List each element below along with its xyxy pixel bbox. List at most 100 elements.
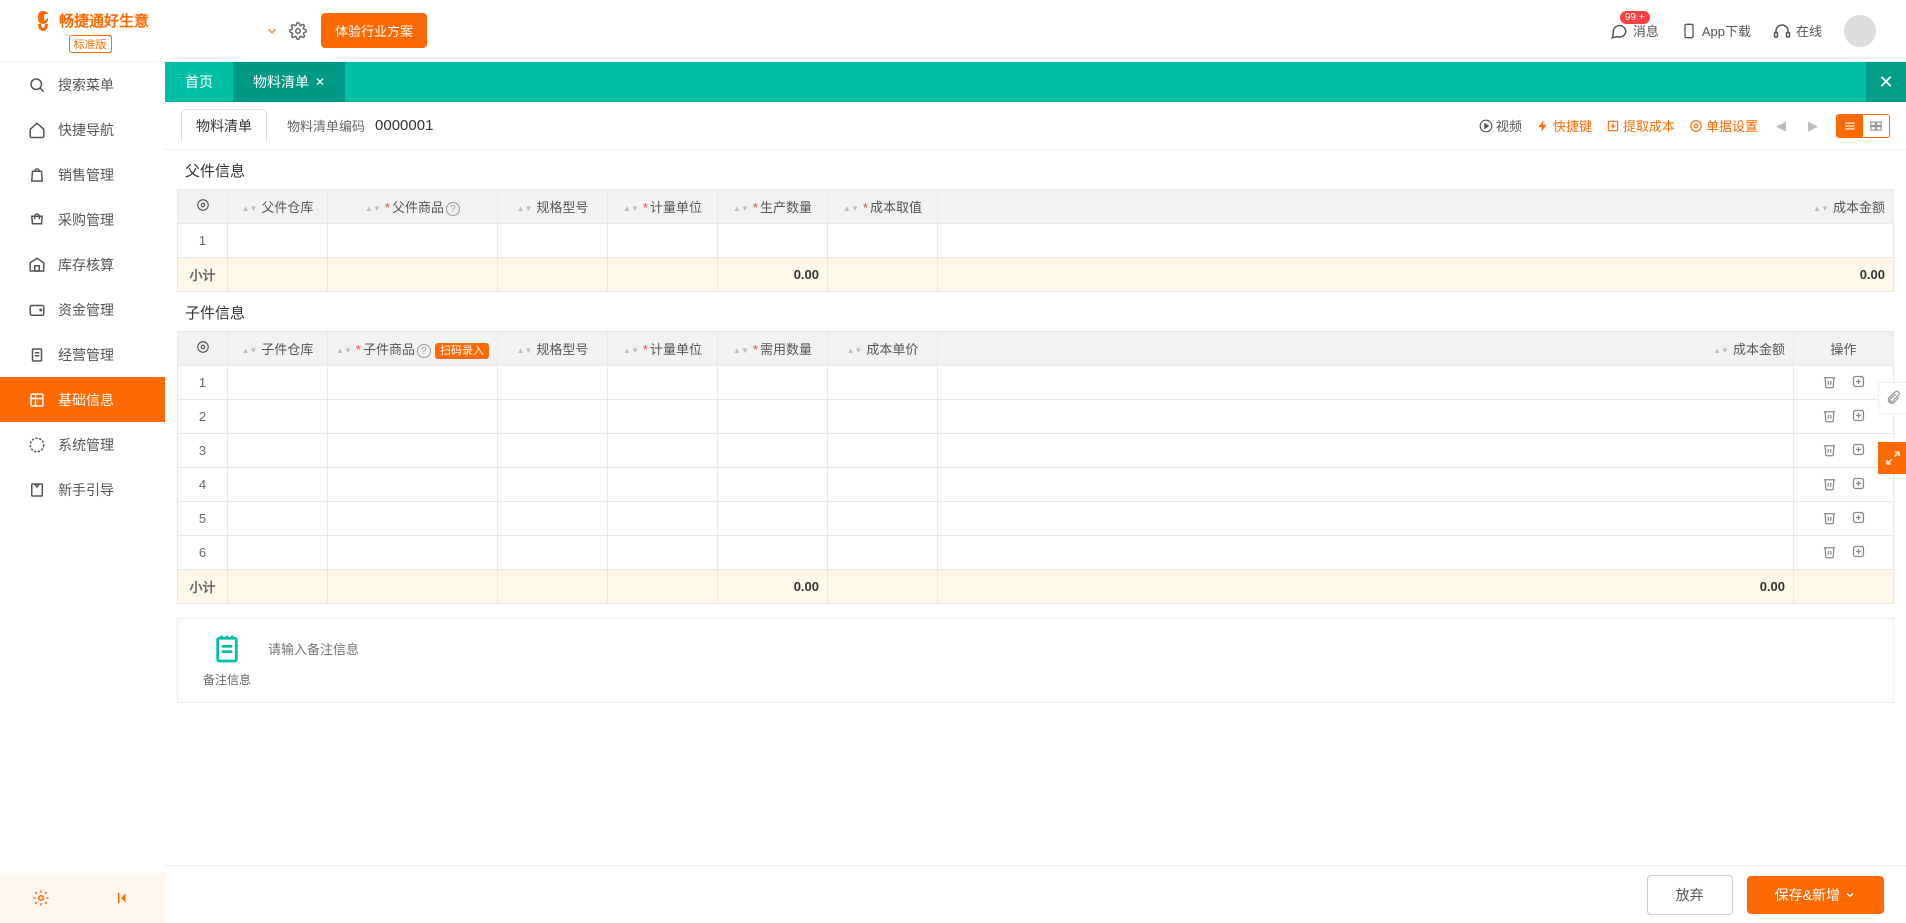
add-icon[interactable] bbox=[1851, 442, 1866, 457]
extract-cost-button[interactable]: 提取成本 bbox=[1606, 116, 1675, 135]
next-arrow-icon[interactable]: ▶ bbox=[1804, 118, 1822, 134]
app-download-button[interactable]: App下载 bbox=[1681, 21, 1751, 40]
collapse-icon[interactable] bbox=[115, 889, 133, 907]
col-child-spec[interactable]: ▲▼规格型号 bbox=[498, 332, 608, 366]
cta-button[interactable]: 体验行业方案 bbox=[321, 13, 427, 48]
add-icon[interactable] bbox=[1851, 476, 1866, 491]
tenant-name bbox=[210, 20, 255, 41]
tab-bom[interactable]: 物料清单✕ bbox=[233, 62, 345, 102]
tabs-close-all[interactable]: ✕ bbox=[1866, 62, 1906, 102]
col-gear[interactable] bbox=[178, 190, 228, 224]
sidebar-item-purchase[interactable]: 采购管理 bbox=[0, 197, 165, 242]
settings-gear-icon[interactable] bbox=[32, 889, 50, 907]
delete-icon[interactable] bbox=[1822, 442, 1837, 457]
sys-icon bbox=[28, 436, 46, 454]
add-icon[interactable] bbox=[1851, 544, 1866, 559]
parent-row-1[interactable]: 1 bbox=[178, 224, 1894, 258]
scan-input-button[interactable]: 扫码录入 bbox=[435, 343, 489, 359]
sidebar-item-sales[interactable]: 销售管理 bbox=[0, 152, 165, 197]
online-support-button[interactable]: 在线 bbox=[1773, 21, 1822, 40]
notes-icon bbox=[211, 633, 243, 665]
gear-icon[interactable] bbox=[289, 22, 307, 40]
cart-icon bbox=[28, 211, 46, 229]
stock-icon bbox=[28, 256, 46, 274]
col-child-product[interactable]: ▲▼*子件商品?扫码录入 bbox=[328, 332, 498, 366]
prev-arrow-icon[interactable]: ◀ bbox=[1772, 118, 1790, 134]
sidebar-item-guide[interactable]: 新手引导 bbox=[0, 467, 165, 512]
subtab-bom[interactable]: 物料清单 bbox=[181, 109, 267, 142]
delete-icon[interactable] bbox=[1822, 476, 1837, 491]
video-button[interactable]: 视频 bbox=[1479, 116, 1522, 135]
col-child-cost-amt[interactable]: ▲▼成本金额 bbox=[938, 332, 1794, 366]
col-parent-product[interactable]: ▲▼*父件商品? bbox=[328, 190, 498, 224]
delete-icon[interactable] bbox=[1822, 544, 1837, 559]
child-row[interactable]: 4 bbox=[178, 468, 1894, 502]
parent-table: ▲▼父件仓库 ▲▼*父件商品? ▲▼规格型号 ▲▼*计量单位 ▲▼*生产数量 ▲… bbox=[177, 189, 1894, 292]
col-parent-cost-fetch[interactable]: ▲▼*成本取值 bbox=[828, 190, 938, 224]
bag-icon bbox=[28, 166, 46, 184]
sidebar-item-finance[interactable]: 资金管理 bbox=[0, 287, 165, 332]
view-card-button[interactable] bbox=[1863, 115, 1889, 137]
col-child-unit-cost[interactable]: ▲▼成本单价 bbox=[828, 332, 938, 366]
notes-input[interactable] bbox=[262, 633, 1879, 688]
add-icon[interactable] bbox=[1851, 510, 1866, 525]
col-gear[interactable] bbox=[178, 332, 228, 366]
col-parent-warehouse[interactable]: ▲▼父件仓库 bbox=[228, 190, 328, 224]
col-parent-unit[interactable]: ▲▼*计量单位 bbox=[608, 190, 718, 224]
child-row[interactable]: 6 bbox=[178, 536, 1894, 570]
delete-icon[interactable] bbox=[1822, 374, 1837, 389]
col-child-qty[interactable]: ▲▼*需用数量 bbox=[718, 332, 828, 366]
card-icon bbox=[1869, 119, 1883, 133]
bill-settings-button[interactable]: 单据设置 bbox=[1689, 116, 1758, 135]
attachment-handle[interactable] bbox=[1878, 382, 1906, 414]
grid-icon bbox=[28, 391, 46, 409]
discard-button[interactable]: 放弃 bbox=[1647, 875, 1733, 915]
search-icon bbox=[28, 76, 46, 94]
close-icon[interactable]: ✕ bbox=[315, 75, 325, 89]
clipboard-icon bbox=[28, 346, 46, 364]
lightning-icon bbox=[1536, 119, 1550, 133]
gear-icon bbox=[196, 340, 210, 354]
tenant-selector[interactable] bbox=[210, 20, 307, 41]
view-list-button[interactable] bbox=[1837, 115, 1863, 137]
expand-handle[interactable] bbox=[1878, 442, 1906, 474]
col-child-unit[interactable]: ▲▼*计量单位 bbox=[608, 332, 718, 366]
col-child-warehouse[interactable]: ▲▼子件仓库 bbox=[228, 332, 328, 366]
avatar[interactable] bbox=[1844, 15, 1876, 47]
footer-bar: 放弃 保存&新增 bbox=[165, 865, 1906, 923]
list-icon bbox=[1843, 119, 1857, 133]
col-parent-qty[interactable]: ▲▼*生产数量 bbox=[718, 190, 828, 224]
add-icon[interactable] bbox=[1851, 374, 1866, 389]
child-row[interactable]: 5 bbox=[178, 502, 1894, 536]
child-row[interactable]: 1 bbox=[178, 366, 1894, 400]
help-icon[interactable]: ? bbox=[446, 202, 460, 216]
sidebar-item-business[interactable]: 经营管理 bbox=[0, 332, 165, 377]
child-row[interactable]: 3 bbox=[178, 434, 1894, 468]
col-parent-spec[interactable]: ▲▼规格型号 bbox=[498, 190, 608, 224]
content: 物料清单 物料清单编码 0000001 视频 快捷键 提取成本 单据设置 ◀ ▶ bbox=[165, 102, 1906, 923]
sidebar-item-inventory[interactable]: 库存核算 bbox=[0, 242, 165, 287]
col-parent-cost-amt[interactable]: ▲▼成本金额 bbox=[938, 190, 1894, 224]
subheader: 物料清单 物料清单编码 0000001 视频 快捷键 提取成本 单据设置 ◀ ▶ bbox=[165, 102, 1906, 150]
sidebar-item-system[interactable]: 系统管理 bbox=[0, 422, 165, 467]
tab-home[interactable]: 首页 bbox=[165, 62, 233, 102]
add-icon[interactable] bbox=[1851, 408, 1866, 423]
delete-icon[interactable] bbox=[1822, 510, 1837, 525]
parent-section-title: 父件信息 bbox=[165, 150, 1906, 189]
home-icon bbox=[28, 121, 46, 139]
shortcut-button[interactable]: 快捷键 bbox=[1536, 116, 1592, 135]
save-new-button[interactable]: 保存&新增 bbox=[1747, 876, 1884, 914]
sidebar-item-search[interactable]: 搜索菜单 bbox=[0, 62, 165, 107]
child-row[interactable]: 2 bbox=[178, 400, 1894, 434]
parent-header-row: ▲▼父件仓库 ▲▼*父件商品? ▲▼规格型号 ▲▼*计量单位 ▲▼*生产数量 ▲… bbox=[178, 190, 1894, 224]
gear-icon bbox=[196, 198, 210, 212]
expand-icon bbox=[1885, 450, 1901, 466]
sidebar-item-quicknav[interactable]: 快捷导航 bbox=[0, 107, 165, 152]
extract-icon bbox=[1606, 119, 1620, 133]
chevron-down-icon bbox=[1844, 889, 1856, 901]
help-icon[interactable]: ? bbox=[417, 344, 431, 358]
messages-button[interactable]: 99 + 消息 bbox=[1610, 21, 1659, 40]
delete-icon[interactable] bbox=[1822, 408, 1837, 423]
main: 首页 物料清单✕ ✕ 物料清单 物料清单编码 0000001 视频 快捷键 提取… bbox=[165, 62, 1906, 923]
sidebar-item-basics[interactable]: 基础信息 bbox=[0, 377, 165, 422]
